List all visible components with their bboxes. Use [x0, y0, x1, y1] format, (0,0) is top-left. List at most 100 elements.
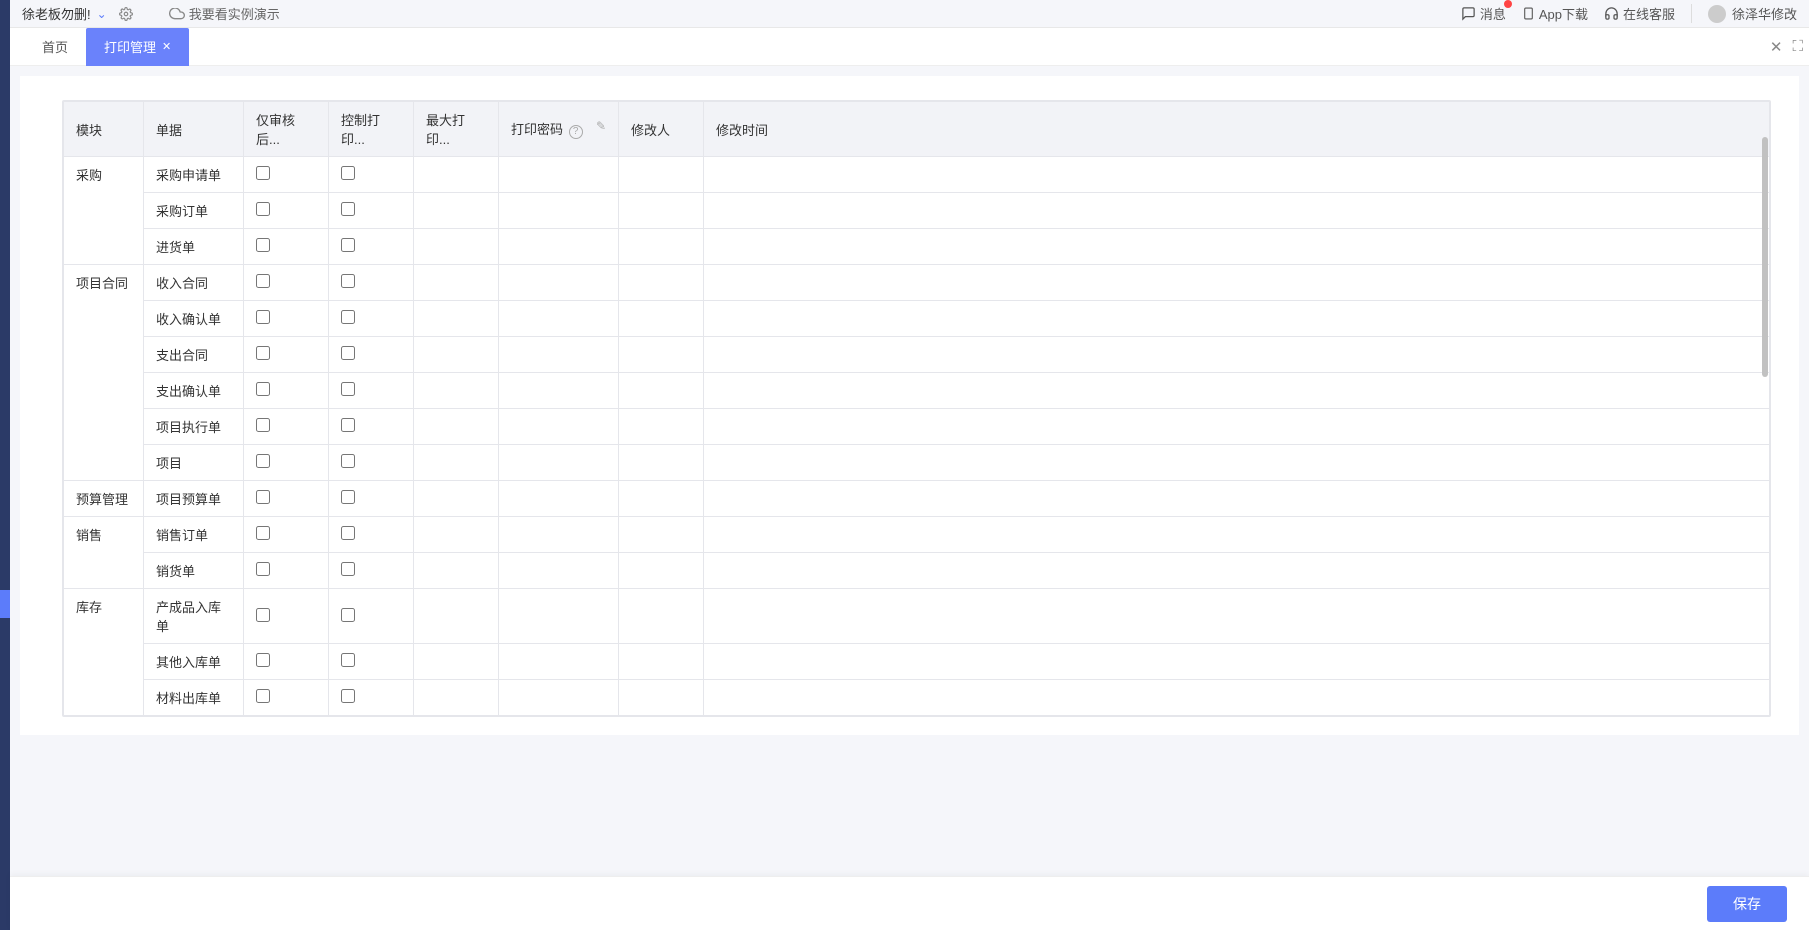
- approved-only-checkbox[interactable]: [256, 526, 270, 540]
- control-print-checkbox[interactable]: [341, 689, 355, 703]
- save-button[interactable]: 保存: [1707, 886, 1787, 922]
- modifier-cell: [619, 301, 704, 337]
- control-print-checkbox[interactable]: [341, 608, 355, 622]
- print-pwd-cell[interactable]: [499, 157, 619, 193]
- max-print-cell[interactable]: [414, 265, 499, 301]
- print-pwd-cell[interactable]: [499, 301, 619, 337]
- max-print-cell[interactable]: [414, 517, 499, 553]
- messages-link[interactable]: 消息: [1461, 4, 1506, 23]
- approved-only-checkbox[interactable]: [256, 346, 270, 360]
- app-download-link[interactable]: App下载: [1522, 4, 1588, 23]
- tab-print-manage[interactable]: 打印管理 ✕: [86, 28, 189, 66]
- approved-only-checkbox[interactable]: [256, 562, 270, 576]
- table-row: 预算管理项目预算单: [64, 481, 1770, 517]
- approved-only-checkbox[interactable]: [256, 689, 270, 703]
- col-module: 模块: [64, 102, 144, 157]
- approved-only-checkbox[interactable]: [256, 202, 270, 216]
- table-scrollbar[interactable]: [1762, 137, 1768, 377]
- control-print-checkbox[interactable]: [341, 238, 355, 252]
- control-print-cell: [329, 445, 414, 481]
- max-print-cell[interactable]: [414, 553, 499, 589]
- control-print-checkbox[interactable]: [341, 274, 355, 288]
- control-print-cell: [329, 680, 414, 716]
- print-pwd-cell[interactable]: [499, 644, 619, 680]
- control-print-checkbox[interactable]: [341, 526, 355, 540]
- col-modifier: 修改人: [619, 102, 704, 157]
- approved-only-cell: [244, 337, 329, 373]
- app-download-label: App下载: [1539, 4, 1588, 23]
- max-print-cell[interactable]: [414, 229, 499, 265]
- table-row: 库存产成品入库单: [64, 589, 1770, 644]
- max-print-cell[interactable]: [414, 445, 499, 481]
- table-row: 项目执行单: [64, 409, 1770, 445]
- control-print-checkbox[interactable]: [341, 382, 355, 396]
- demo-link[interactable]: 我要看实例演示: [169, 4, 280, 23]
- print-pwd-cell[interactable]: [499, 337, 619, 373]
- modifier-cell: [619, 445, 704, 481]
- control-print-checkbox[interactable]: [341, 346, 355, 360]
- control-print-cell: [329, 553, 414, 589]
- print-pwd-cell[interactable]: [499, 481, 619, 517]
- print-pwd-cell[interactable]: [499, 517, 619, 553]
- max-print-cell[interactable]: [414, 373, 499, 409]
- edit-icon[interactable]: ✎: [596, 119, 606, 133]
- approved-only-checkbox[interactable]: [256, 310, 270, 324]
- max-print-cell[interactable]: [414, 644, 499, 680]
- col-approved-only: 仅审核后...: [244, 102, 329, 157]
- modify-time-cell: [704, 644, 1770, 680]
- help-icon[interactable]: ?: [569, 125, 583, 139]
- control-print-cell: [329, 157, 414, 193]
- print-pwd-cell[interactable]: [499, 193, 619, 229]
- customer-selector[interactable]: 徐老板勿删! ⌄: [22, 4, 107, 23]
- max-print-cell[interactable]: [414, 157, 499, 193]
- max-print-cell[interactable]: [414, 481, 499, 517]
- modify-time-cell: [704, 157, 1770, 193]
- user-menu[interactable]: 徐泽华修改: [1691, 4, 1797, 23]
- gear-icon[interactable]: [119, 7, 133, 21]
- modifier-cell: [619, 409, 704, 445]
- print-pwd-cell[interactable]: [499, 445, 619, 481]
- control-print-cell: [329, 301, 414, 337]
- print-pwd-cell[interactable]: [499, 409, 619, 445]
- approved-only-checkbox[interactable]: [256, 274, 270, 288]
- print-pwd-cell[interactable]: [499, 229, 619, 265]
- close-icon[interactable]: ✕: [162, 40, 171, 53]
- max-print-cell[interactable]: [414, 589, 499, 644]
- module-cell: 预算管理: [64, 481, 144, 517]
- max-print-cell[interactable]: [414, 409, 499, 445]
- approved-only-checkbox[interactable]: [256, 238, 270, 252]
- control-print-checkbox[interactable]: [341, 454, 355, 468]
- approved-only-checkbox[interactable]: [256, 653, 270, 667]
- max-print-cell[interactable]: [414, 301, 499, 337]
- approved-only-checkbox[interactable]: [256, 490, 270, 504]
- print-pwd-cell[interactable]: [499, 265, 619, 301]
- approved-only-checkbox[interactable]: [256, 418, 270, 432]
- control-print-checkbox[interactable]: [341, 310, 355, 324]
- print-pwd-cell[interactable]: [499, 589, 619, 644]
- approved-only-cell: [244, 193, 329, 229]
- control-print-checkbox[interactable]: [341, 562, 355, 576]
- approved-only-checkbox[interactable]: [256, 454, 270, 468]
- approved-only-checkbox[interactable]: [256, 608, 270, 622]
- control-print-checkbox[interactable]: [341, 166, 355, 180]
- print-pwd-cell[interactable]: [499, 373, 619, 409]
- approved-only-checkbox[interactable]: [256, 382, 270, 396]
- approved-only-cell: [244, 553, 329, 589]
- tab-home[interactable]: 首页: [24, 28, 86, 66]
- control-print-checkbox[interactable]: [341, 653, 355, 667]
- max-print-cell[interactable]: [414, 680, 499, 716]
- col-modify-time: 修改时间: [704, 102, 1770, 157]
- control-print-checkbox[interactable]: [341, 490, 355, 504]
- control-print-checkbox[interactable]: [341, 418, 355, 432]
- tabs-close-all-icon[interactable]: ✕: [1770, 38, 1783, 56]
- print-pwd-cell[interactable]: [499, 553, 619, 589]
- demo-link-label: 我要看实例演示: [189, 4, 280, 23]
- control-print-checkbox[interactable]: [341, 202, 355, 216]
- approved-only-checkbox[interactable]: [256, 166, 270, 180]
- max-print-cell[interactable]: [414, 193, 499, 229]
- customer-selector-label: 徐老板勿删!: [22, 4, 91, 23]
- fullscreen-icon[interactable]: ⛶: [1792, 38, 1803, 55]
- max-print-cell[interactable]: [414, 337, 499, 373]
- print-pwd-cell[interactable]: [499, 680, 619, 716]
- online-service-link[interactable]: 在线客服: [1604, 4, 1675, 23]
